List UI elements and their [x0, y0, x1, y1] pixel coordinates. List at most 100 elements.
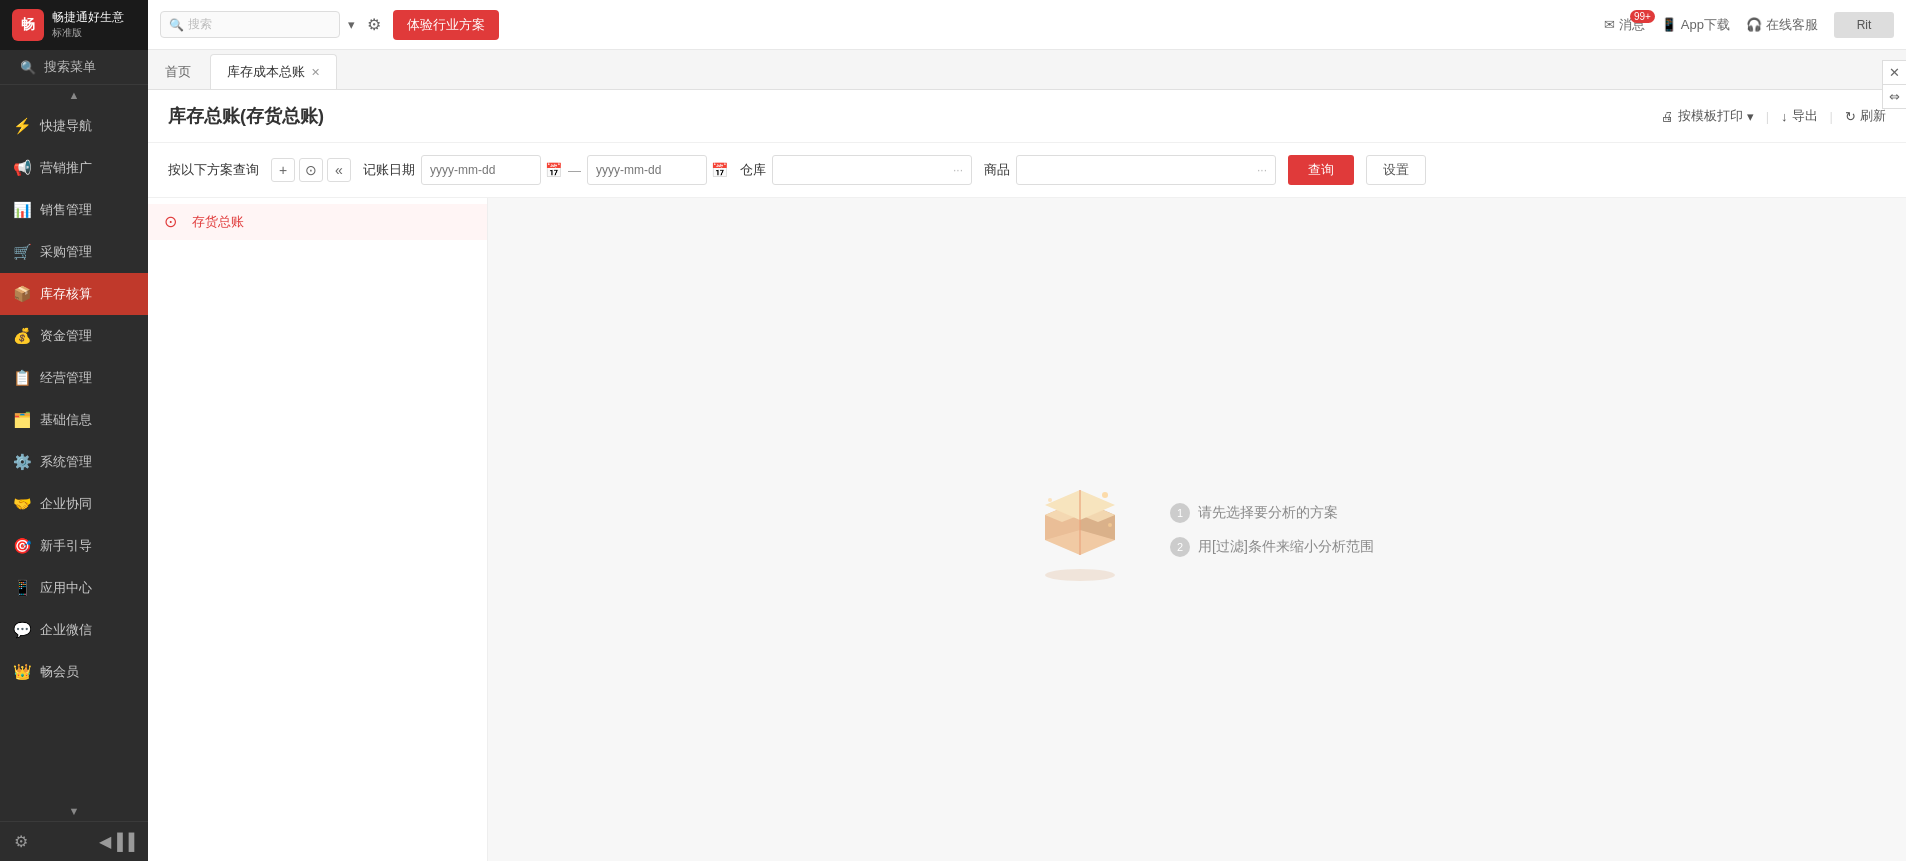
export-button[interactable]: ↓ 导出 [1781, 107, 1818, 125]
svg-point-9 [1048, 498, 1052, 502]
svg-point-8 [1102, 492, 1108, 498]
export-icon: ↓ [1781, 109, 1788, 124]
filter-edit-button[interactable]: ⊙ [299, 158, 323, 182]
sidebar-item-vip[interactable]: 👑 畅会员 [0, 651, 148, 693]
empty-hint-2: 2 用[过滤]条件来缩小分析范围 [1170, 537, 1374, 557]
app-download-button[interactable]: 📱 App下载 [1661, 16, 1730, 34]
sidebar-item-inventory[interactable]: 📦 库存核算 [0, 273, 148, 315]
sidebar-item-funds[interactable]: 💰 资金管理 [0, 315, 148, 357]
sidebar-item-label: 新手引导 [40, 537, 92, 555]
tab-inventory-cost[interactable]: 库存成本总账 ✕ [210, 54, 337, 89]
product-filter-group: 商品 ··· [984, 155, 1276, 185]
sidebar-item-sales[interactable]: 📊 销售管理 [0, 189, 148, 231]
warehouse-select[interactable]: ··· [772, 155, 972, 185]
expand-panel-button[interactable]: ⇔ [1882, 85, 1906, 109]
online-service-button[interactable]: 🎧 在线客服 [1746, 16, 1818, 34]
sidebar-nav: ⚡ 快捷导航 📢 营销推广 📊 销售管理 🛒 采购管理 📦 库存核算 💰 资金管… [0, 105, 148, 801]
warehouse-more-icon: ··· [953, 163, 963, 177]
app-edition: 标准版 [52, 26, 124, 40]
sidebar-item-label: 企业协同 [40, 495, 92, 513]
empty-state: 1 请先选择要分析的方案 2 用[过滤]条件来缩小分析范围 [488, 198, 1906, 861]
date-start-input[interactable] [421, 155, 541, 185]
topbar-search[interactable]: 🔍 搜索 [160, 11, 340, 38]
topbar-gear-icon[interactable]: ⚙ [367, 15, 381, 34]
hint-2-text: 用[过滤]条件来缩小分析范围 [1198, 538, 1374, 556]
sidebar-item-label: 经营管理 [40, 369, 92, 387]
empty-illustration [1020, 470, 1140, 590]
sidebar-item-label: 库存核算 [40, 285, 92, 303]
sales-icon: 📊 [12, 200, 32, 220]
search-icon: 🔍 [20, 60, 36, 75]
search-menu-item[interactable]: 🔍 搜索菜单 [0, 50, 148, 85]
print-dropdown-icon: ▾ [1747, 109, 1754, 124]
date-filter-group: 记账日期 📅 — 📅 [363, 155, 728, 185]
message-button[interactable]: ✉ 消息 99+ [1604, 16, 1645, 34]
filter-collapse-button[interactable]: « [327, 158, 351, 182]
date-end-input[interactable] [587, 155, 707, 185]
sidebar: 畅 畅捷通好生意 标准版 🔍 搜索菜单 ▲ ⚡ 快捷导航 📢 营销推广 📊 销售… [0, 0, 148, 861]
system-icon: ⚙️ [12, 452, 32, 472]
step-num-1: 1 [1170, 503, 1190, 523]
enterprise-icon: 🤝 [12, 494, 32, 514]
sidebar-item-marketing[interactable]: 📢 营销推广 [0, 147, 148, 189]
sidebar-item-label: 应用中心 [40, 579, 92, 597]
print-template-button[interactable]: 🖨 按模板打印 ▾ [1661, 107, 1754, 125]
settings-icon[interactable]: ⚙ [14, 832, 28, 851]
calendar-start-icon[interactable]: 📅 [545, 162, 562, 178]
sidebar-item-label: 快捷导航 [40, 117, 92, 135]
sidebar-item-guide[interactable]: 🎯 新手引导 [0, 525, 148, 567]
date-end-wrap: 📅 [587, 155, 728, 185]
user-avatar-area[interactable]: Rit [1834, 12, 1894, 38]
trial-button[interactable]: 体验行业方案 [393, 10, 499, 40]
sidebar-item-shortcuts[interactable]: ⚡ 快捷导航 [0, 105, 148, 147]
sidebar-item-wechat[interactable]: 💬 企业微信 [0, 609, 148, 651]
tab-close-icon[interactable]: ✕ [311, 66, 320, 79]
close-panel-button[interactable]: ✕ [1882, 60, 1906, 85]
filter-add-button[interactable]: + [271, 158, 295, 182]
user-name: Rit [1857, 18, 1872, 32]
message-icon: ✉ [1604, 17, 1615, 32]
sidebar-item-purchase[interactable]: 🛒 采购管理 [0, 231, 148, 273]
sidebar-scroll-up[interactable]: ▲ [0, 85, 148, 105]
calendar-end-icon[interactable]: 📅 [711, 162, 728, 178]
query-button[interactable]: 查询 [1288, 155, 1354, 185]
topbar-right: ✉ 消息 99+ 📱 App下载 🎧 在线客服 Rit [1604, 12, 1894, 38]
tabbar: 首页 库存成本总账 ✕ [148, 50, 1906, 90]
filter-label: 按以下方案查询 [168, 161, 259, 179]
warehouse-label: 仓库 [740, 161, 766, 179]
empty-hints: 1 请先选择要分析的方案 2 用[过滤]条件来缩小分析范围 [1170, 503, 1374, 557]
appstore-icon: 📱 [12, 578, 32, 598]
sidebar-scroll-down[interactable]: ▼ [0, 801, 148, 821]
filter-bar: 按以下方案查询 + ⊙ « 记账日期 📅 — 📅 仓库 [148, 143, 1906, 198]
scheme-item-inventory[interactable]: ⊙ 存货总账 [148, 204, 487, 240]
svg-point-0 [1045, 569, 1115, 581]
topbar-search-text: 搜索 [188, 16, 212, 33]
audio-icon[interactable]: ◀▐▐ [99, 832, 134, 851]
phone-icon: 📱 [1661, 17, 1677, 32]
printer-icon: 🖨 [1661, 109, 1674, 124]
app-download-label: App下载 [1681, 16, 1730, 34]
tab-inventory-cost-label: 库存成本总账 [227, 63, 305, 81]
refresh-icon: ↻ [1845, 109, 1856, 124]
sidebar-item-label: 基础信息 [40, 411, 92, 429]
sidebar-item-system[interactable]: ⚙️ 系统管理 [0, 441, 148, 483]
refresh-button[interactable]: ↻ 刷新 [1845, 107, 1886, 125]
settings-button[interactable]: 设置 [1366, 155, 1426, 185]
sidebar-item-label: 营销推广 [40, 159, 92, 177]
product-label: 商品 [984, 161, 1010, 179]
sidebar-item-operations[interactable]: 📋 经营管理 [0, 357, 148, 399]
sidebar-item-appstore[interactable]: 📱 应用中心 [0, 567, 148, 609]
sidebar-item-basic[interactable]: 🗂️ 基础信息 [0, 399, 148, 441]
tab-home-label: 首页 [165, 63, 191, 81]
sidebar-item-enterprise[interactable]: 🤝 企业协同 [0, 483, 148, 525]
topbar-dropdown[interactable]: ▾ [348, 17, 355, 32]
marketing-icon: 📢 [12, 158, 32, 178]
content-area: 库存总账(存货总账) 🖨 按模板打印 ▾ | ↓ 导出 | ↻ 刷新 [148, 90, 1906, 861]
product-select[interactable]: ··· [1016, 155, 1276, 185]
topbar-left: 🔍 搜索 ▾ ⚙ 体验行业方案 [160, 10, 1604, 40]
vip-icon: 👑 [12, 662, 32, 682]
scheme-list: ⊙ 存货总账 [148, 198, 488, 861]
tab-home[interactable]: 首页 [148, 54, 208, 89]
scheme-item-icon: ⊙ [164, 212, 184, 232]
search-menu-label: 搜索菜单 [44, 58, 96, 76]
